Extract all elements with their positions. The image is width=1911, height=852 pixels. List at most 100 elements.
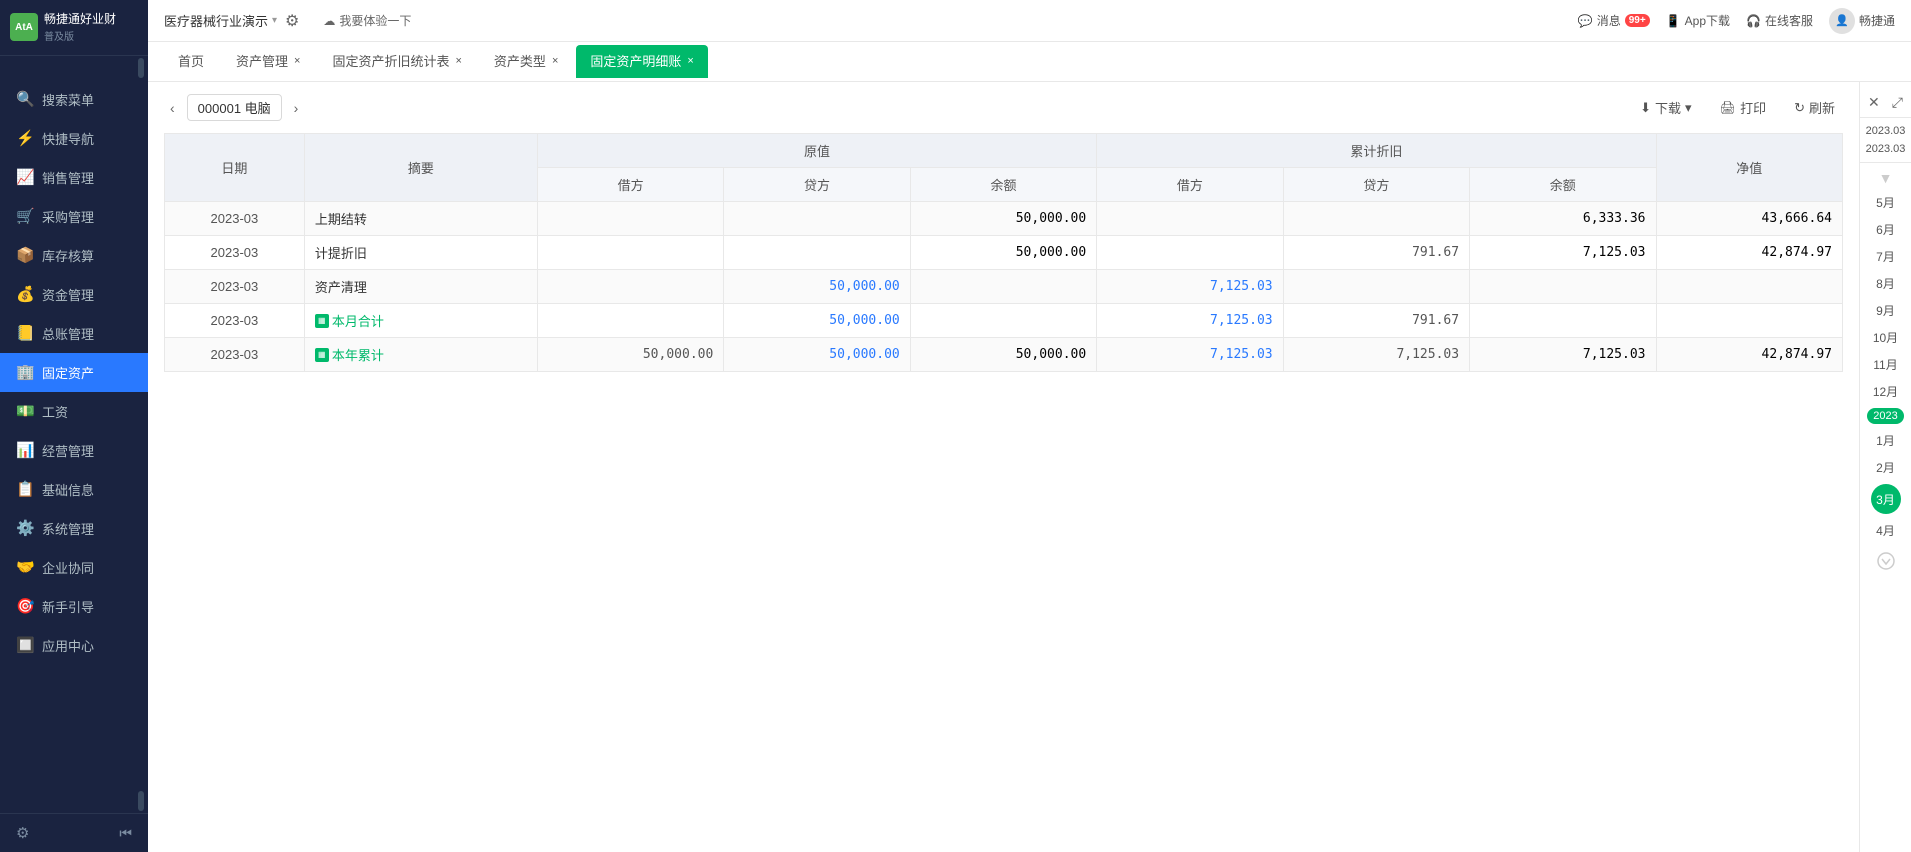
- user-menu[interactable]: 👤 畅捷通: [1829, 8, 1895, 34]
- sidebar: AtA 畅捷通好业财 普及版 🔍 搜索菜单 ⚡ 快捷导航 📈 销售管理 🛒 采购…: [0, 0, 148, 852]
- sidebar-item-label: 快捷导航: [42, 129, 94, 148]
- cell-dep-balance: 6,333.36: [1470, 202, 1656, 236]
- cell-net-value: 43,666.64: [1656, 202, 1843, 236]
- table-row: 2023-03 ▦ 本月合计 50,000.00 7,125.03 791.67: [165, 304, 1843, 338]
- settings-icon[interactable]: ⚙: [16, 824, 29, 842]
- timeline-month-6[interactable]: 6月: [1860, 216, 1911, 243]
- cell-net-value: 42,874.97: [1656, 338, 1843, 372]
- download-button[interactable]: ⬇ 下载 ▾: [1632, 94, 1699, 121]
- th-net-value: 净值: [1656, 134, 1843, 202]
- cell-orig-credit: 50,000.00: [724, 338, 910, 372]
- tab-label: 资产类型: [494, 51, 546, 70]
- experience-button[interactable]: ☁ 我要体验一下: [323, 12, 411, 29]
- timeline-month-1[interactable]: 1月: [1860, 427, 1911, 454]
- timeline-month-11[interactable]: 11月: [1860, 351, 1911, 378]
- download-icon: 📱: [1666, 14, 1681, 28]
- subtotal-icon: ▦: [315, 348, 329, 362]
- sidebar-item-label: 企业协同: [42, 558, 94, 577]
- sidebar-scroll-down[interactable]: [138, 791, 144, 811]
- timeline-current-label: 2023.03: [1863, 140, 1909, 158]
- gear-icon: ⚙️: [16, 519, 34, 537]
- timeline-month-12[interactable]: 12月: [1860, 378, 1911, 405]
- asset-ledger-table: 日期 摘要 原值 累计折旧 净值 借方 贷方 余额 借方 贷方 余额: [164, 133, 1843, 372]
- th-dep-debit: 借方: [1097, 168, 1283, 202]
- sidebar-item-purchase[interactable]: 🛒 采购管理: [0, 197, 148, 236]
- next-asset-button[interactable]: ›: [288, 98, 305, 118]
- customer-service-button[interactable]: 🎧 在线客服: [1746, 12, 1813, 29]
- panel-close-button[interactable]: ✕: [1866, 92, 1882, 113]
- tab-home[interactable]: 首页: [164, 45, 218, 78]
- timeline-month-10[interactable]: 10月: [1860, 324, 1911, 351]
- target-icon: 🎯: [16, 597, 34, 615]
- tab-close-icon[interactable]: ×: [455, 55, 461, 67]
- year-label-2023[interactable]: 2023: [1867, 408, 1903, 424]
- handshake-icon: 🤝: [16, 558, 34, 576]
- cell-orig-debit: [537, 236, 723, 270]
- timeline-down-arrow-btn[interactable]: [1877, 552, 1895, 573]
- refresh-icon: ↻: [1794, 100, 1805, 116]
- timeline-month-7[interactable]: 7月: [1860, 243, 1911, 270]
- timeline-month-8[interactable]: 8月: [1860, 270, 1911, 297]
- refresh-button[interactable]: ↻ 刷新: [1786, 94, 1843, 121]
- main-content: 医疗器械行业演示 ▾ ⚙ ☁ 我要体验一下 💬 消息 99+ 📱 App下载 🎧…: [148, 0, 1911, 852]
- print-button[interactable]: 🖨 打印: [1712, 94, 1775, 121]
- tab-label: 固定资产折旧统计表: [332, 51, 449, 70]
- sidebar-item-app-center[interactable]: 🔲 应用中心: [0, 626, 148, 665]
- headset-icon: 🎧: [1746, 14, 1761, 28]
- cell-dep-credit: 791.67: [1283, 304, 1469, 338]
- cell-dep-credit: 791.67: [1283, 236, 1469, 270]
- tab-asset-ledger[interactable]: 固定资产明细账 ×: [576, 45, 707, 78]
- timeline-month-5[interactable]: 5月: [1860, 189, 1911, 216]
- messages-button[interactable]: 💬 消息 99+: [1578, 12, 1650, 29]
- company-name: 医疗器械行业演示: [164, 11, 268, 30]
- sidebar-item-basic-info[interactable]: 📋 基础信息: [0, 470, 148, 509]
- tab-close-icon[interactable]: ×: [552, 55, 558, 67]
- sidebar-item-guide[interactable]: 🎯 新手引导: [0, 587, 148, 626]
- search-icon: 🔍: [16, 90, 34, 108]
- sidebar-scroll-up[interactable]: [138, 58, 144, 78]
- timeline-month-4[interactable]: 4月: [1860, 517, 1911, 544]
- tab-depreciation-stats[interactable]: 固定资产折旧统计表 ×: [318, 45, 475, 78]
- cell-summary: 上期结转: [304, 202, 537, 236]
- sidebar-item-label: 新手引导: [42, 597, 94, 616]
- sidebar-item-fixed-assets[interactable]: 🏢 固定资产: [0, 353, 148, 392]
- sidebar-item-cooperation[interactable]: 🤝 企业协同: [0, 548, 148, 587]
- sidebar-item-capital[interactable]: 💰 资金管理: [0, 275, 148, 314]
- tab-asset-mgmt[interactable]: 资产管理 ×: [222, 45, 314, 78]
- timeline-month-9[interactable]: 9月: [1860, 297, 1911, 324]
- prev-asset-button[interactable]: ‹: [164, 98, 181, 118]
- cell-date: 2023-03: [165, 338, 305, 372]
- sidebar-item-system-mgmt[interactable]: ⚙️ 系统管理: [0, 509, 148, 548]
- sidebar-item-business-mgmt[interactable]: 📊 经营管理: [0, 431, 148, 470]
- timeline-month-2[interactable]: 2月: [1860, 454, 1911, 481]
- topbar-settings-icon[interactable]: ⚙: [285, 11, 299, 31]
- message-icon: 💬: [1578, 14, 1593, 28]
- cell-dep-balance: 7,125.03: [1470, 236, 1656, 270]
- cell-summary: ▦ 本年累计: [304, 338, 537, 372]
- sidebar-item-inventory[interactable]: 📦 库存核算: [0, 236, 148, 275]
- app-download-label: App下载: [1685, 12, 1730, 29]
- cell-net-value: [1656, 304, 1843, 338]
- company-selector[interactable]: 医疗器械行业演示 ▾: [164, 11, 277, 30]
- app-download-button[interactable]: 📱 App下载: [1666, 12, 1730, 29]
- sidebar-item-sales[interactable]: 📈 销售管理: [0, 158, 148, 197]
- sidebar-item-quick-nav[interactable]: ⚡ 快捷导航: [0, 119, 148, 158]
- page-toolbar: ‹ 000001 电脑 › ⬇ 下载 ▾ 🖨 打印: [164, 94, 1843, 121]
- tab-close-icon[interactable]: ×: [294, 55, 300, 67]
- tab-close-icon[interactable]: ×: [687, 55, 693, 67]
- app-name: 畅捷通好业财: [44, 12, 116, 28]
- th-original-value: 原值: [537, 134, 1096, 168]
- sidebar-item-label: 应用中心: [42, 636, 94, 655]
- sidebar-item-search[interactable]: 🔍 搜索菜单: [0, 80, 148, 119]
- panel-expand-button[interactable]: ⤢: [1890, 92, 1905, 113]
- tab-asset-type[interactable]: 资产类型 ×: [480, 45, 572, 78]
- sidebar-item-payroll[interactable]: 💵 工资: [0, 392, 148, 431]
- chevron-down-icon: ▾: [272, 15, 277, 26]
- timeline-down-icon[interactable]: ▼: [1876, 167, 1896, 189]
- building-icon: 🏢: [16, 363, 34, 381]
- cell-dep-credit: 7,125.03: [1283, 338, 1469, 372]
- timeline-month-3-active[interactable]: 3月: [1871, 484, 1901, 514]
- tab-label: 资产管理: [236, 51, 288, 70]
- collapse-button[interactable]: ⏮: [119, 825, 132, 842]
- sidebar-item-ledger[interactable]: 📒 总账管理: [0, 314, 148, 353]
